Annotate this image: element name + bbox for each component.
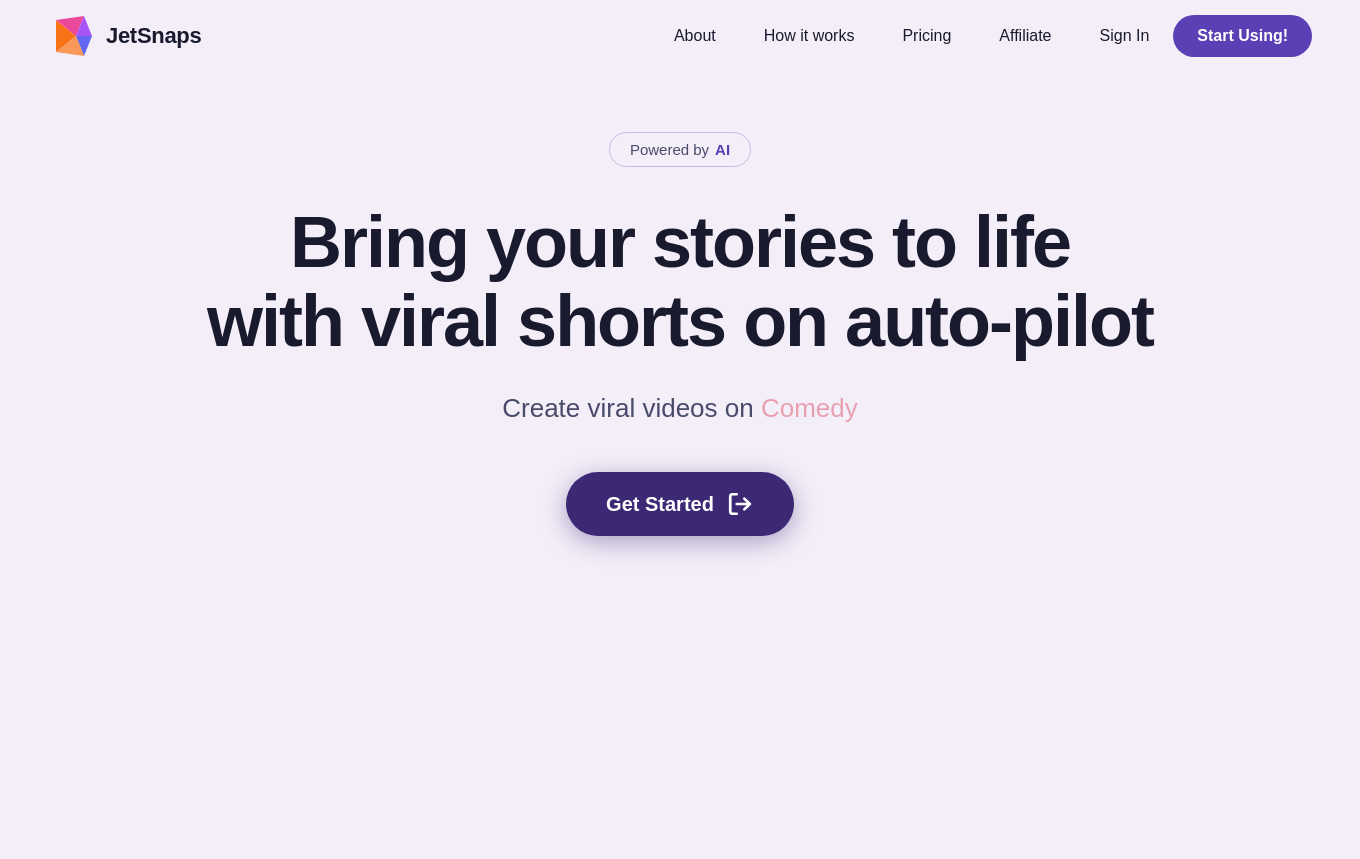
hero-title-line1: Bring your stories to life (290, 202, 1070, 282)
nav-links: About How it works Pricing Affiliate (674, 27, 1052, 45)
arrow-icon (726, 490, 754, 518)
start-using-button[interactable]: Start Using! (1173, 15, 1312, 57)
hero-title: Bring your stories to life with viral sh… (207, 203, 1153, 361)
nav-right: Sign In Start Using! (1100, 15, 1312, 57)
hero-subtitle: Create viral videos on Comedy (502, 393, 858, 424)
sign-in-button[interactable]: Sign In (1100, 27, 1150, 45)
logo-icon (48, 12, 96, 60)
nav-logo[interactable]: JetSnaps (48, 12, 201, 60)
nav-how-it-works[interactable]: How it works (764, 27, 855, 45)
subtitle-animated-word: Comedy (761, 393, 858, 423)
navbar: JetSnaps About How it works Pricing Affi… (0, 0, 1360, 72)
get-started-button[interactable]: Get Started (566, 472, 794, 536)
powered-badge: Powered by AI (609, 132, 751, 167)
powered-by-text: Powered by (630, 141, 709, 158)
brand-name: JetSnaps (106, 23, 201, 49)
subtitle-prefix: Create viral videos on (502, 393, 753, 423)
nav-affiliate[interactable]: Affiliate (999, 27, 1051, 45)
hero-title-line2: with viral shorts on auto-pilot (207, 281, 1153, 361)
nav-about[interactable]: About (674, 27, 716, 45)
get-started-label: Get Started (606, 493, 714, 516)
hero-section: Powered by AI Bring your stories to life… (0, 72, 1360, 536)
nav-pricing[interactable]: Pricing (902, 27, 951, 45)
ai-highlight: AI (715, 141, 730, 158)
